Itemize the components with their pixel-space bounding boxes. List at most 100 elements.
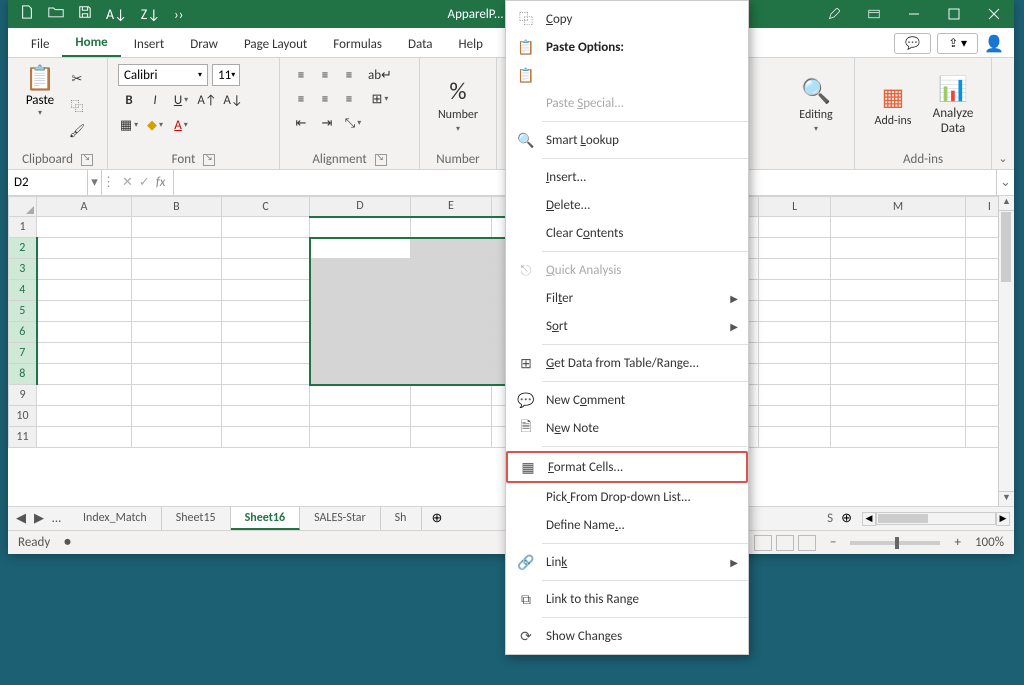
increase-indent-button[interactable]: ⇥	[316, 112, 338, 134]
sheet-nav-more[interactable]: …	[52, 511, 61, 526]
name-box[interactable]: D2	[8, 170, 88, 195]
cell-D7[interactable]	[310, 343, 410, 364]
enter-formula-icon[interactable]: ✓	[139, 175, 150, 190]
underline-button[interactable]: U	[170, 89, 192, 111]
editing-button[interactable]: 🔍Editing▾	[788, 64, 844, 146]
hscroll-right[interactable]: ▶	[996, 512, 1010, 526]
row-header-5[interactable]: 5	[9, 301, 37, 322]
menu-sort[interactable]: Sort▶	[506, 312, 748, 340]
menu-option[interactable]: 📋	[506, 61, 748, 89]
cell-M9[interactable]	[831, 385, 966, 406]
cell-A2[interactable]	[37, 238, 132, 259]
col-header-E[interactable]: E	[410, 197, 492, 217]
cell-B7[interactable]	[131, 343, 221, 364]
col-header-M[interactable]: M	[831, 197, 966, 217]
cell-L7[interactable]	[759, 343, 831, 364]
font-name-select[interactable]: Calibri▾	[118, 64, 208, 86]
menu-paste-options[interactable]: 📋Paste Options:	[506, 33, 748, 61]
cell-A10[interactable]	[37, 406, 132, 427]
minimize-button[interactable]	[894, 0, 934, 28]
cell-A5[interactable]	[37, 301, 132, 322]
menu-filter[interactable]: Filter▶	[506, 284, 748, 312]
new-file-icon[interactable]	[20, 5, 34, 23]
cell-C8[interactable]	[221, 364, 309, 385]
cell-A8[interactable]	[37, 364, 132, 385]
align-middle-button[interactable]: ≡	[314, 64, 336, 86]
row-header-11[interactable]: 11	[9, 427, 37, 448]
cell-E2[interactable]	[410, 238, 492, 259]
cell-D6[interactable]	[310, 322, 410, 343]
menu-define-name[interactable]: Define Name...	[506, 511, 748, 539]
align-bottom-button[interactable]: ≡	[338, 64, 360, 86]
paste-button[interactable]: 📋 Paste ▾	[18, 64, 62, 118]
cell-M2[interactable]	[831, 238, 966, 259]
cell-E6[interactable]	[410, 322, 492, 343]
cell-C3[interactable]	[221, 259, 309, 280]
sheet-nav-next[interactable]: ▶	[34, 511, 44, 526]
cell-L4[interactable]	[759, 280, 831, 301]
cell-M5[interactable]	[831, 301, 966, 322]
cell-C2[interactable]	[221, 238, 309, 259]
cell-D9[interactable]	[310, 385, 410, 406]
cell-D11[interactable]	[310, 427, 410, 448]
zoom-in-button[interactable]: +	[954, 535, 960, 550]
merge-button[interactable]: ⊞	[368, 88, 392, 110]
share-button[interactable]: ⇪ ▾	[937, 33, 978, 54]
cell-C5[interactable]	[221, 301, 309, 322]
collapse-ribbon-icon[interactable]: ⌄	[998, 152, 1007, 165]
row-header-2[interactable]: 2	[9, 238, 37, 259]
zoom-out-button[interactable]: −	[830, 535, 836, 550]
maximize-button[interactable]	[934, 0, 974, 28]
addins-button[interactable]: ▦Add-ins	[865, 64, 921, 146]
cell-A11[interactable]	[37, 427, 132, 448]
menu-link-to-this-range[interactable]: ⧉Link to this Range	[506, 585, 748, 613]
page-break-view-button[interactable]	[798, 535, 816, 551]
cell-B6[interactable]	[131, 322, 221, 343]
sort-asc-icon[interactable]: A↓	[106, 6, 127, 23]
cell-B1[interactable]	[131, 217, 221, 238]
cell-A9[interactable]	[37, 385, 132, 406]
sheet-nav-prev[interactable]: ◀	[16, 511, 26, 526]
cut-icon[interactable]: ✂	[66, 68, 88, 90]
align-left-button[interactable]: ≡	[290, 88, 312, 110]
tab-insert[interactable]: Insert	[121, 32, 178, 57]
cell-L8[interactable]	[759, 364, 831, 385]
cell-D10[interactable]	[310, 406, 410, 427]
cell-E5[interactable]	[410, 301, 492, 322]
cell-L2[interactable]	[759, 238, 831, 259]
cell-C4[interactable]	[221, 280, 309, 301]
cell-D8[interactable]	[310, 364, 410, 385]
cell-L10[interactable]	[759, 406, 831, 427]
qat-more-icon[interactable]: ››	[174, 6, 184, 23]
sheet-tab-sales-star[interactable]: SALES-Star	[300, 507, 381, 530]
cell-A6[interactable]	[37, 322, 132, 343]
italic-button[interactable]: I	[144, 89, 166, 111]
cell-M11[interactable]	[831, 427, 966, 448]
col-header-D[interactable]: D	[310, 197, 410, 217]
row-header-3[interactable]: 3	[9, 259, 37, 280]
cell-E1[interactable]	[410, 217, 492, 238]
cell-B2[interactable]	[131, 238, 221, 259]
orientation-button[interactable]: ⤡	[342, 112, 364, 134]
col-header-L[interactable]: L	[759, 197, 831, 217]
cell-D5[interactable]	[310, 301, 410, 322]
cell-D4[interactable]	[310, 280, 410, 301]
format-painter-icon[interactable]: 🖌	[66, 120, 88, 142]
sheet-tab-sheet16[interactable]: Sheet16	[231, 507, 300, 530]
macro-record-icon[interactable]: ⏺	[64, 535, 71, 550]
cell-C6[interactable]	[221, 322, 309, 343]
increase-font-button[interactable]: A↑	[196, 89, 218, 111]
cell-B11[interactable]	[131, 427, 221, 448]
tab-formulas[interactable]: Formulas	[320, 32, 395, 57]
new-sheet-shortcut[interactable]: ⊕	[841, 511, 852, 526]
sheet-tab-index_match[interactable]: Index_Match	[69, 507, 162, 530]
cell-B8[interactable]	[131, 364, 221, 385]
sheet-tab-sheet15[interactable]: Sheet15	[162, 507, 231, 530]
new-sheet-button[interactable]: ⊕	[422, 507, 453, 530]
align-top-button[interactable]: ≡	[290, 64, 312, 86]
cell-A3[interactable]	[37, 259, 132, 280]
row-header-1[interactable]: 1	[9, 217, 37, 238]
tab-draw[interactable]: Draw	[177, 32, 231, 57]
comments-button[interactable]: 💬	[894, 33, 931, 54]
horizontal-scrollbar[interactable]	[876, 512, 996, 525]
